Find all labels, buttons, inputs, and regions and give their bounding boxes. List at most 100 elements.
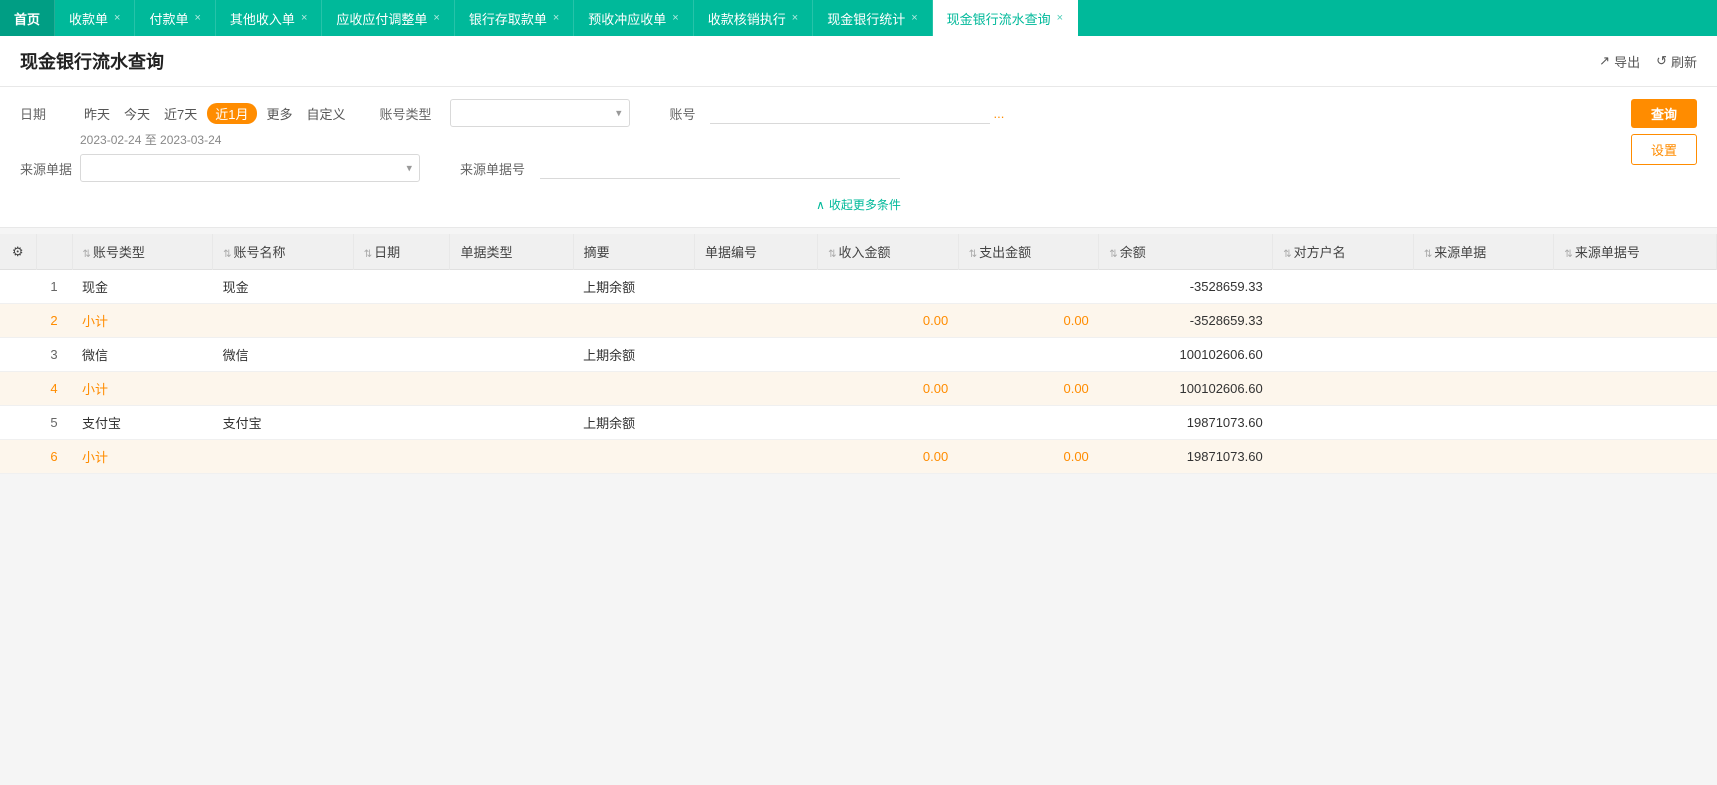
- row-doc-type: [450, 338, 573, 372]
- account-input[interactable]: [710, 102, 990, 124]
- table-header-row: ⚙ ⇅账号类型 ⇅账号名称 ⇅日期 单据类型 摘要 单据编号 ⇅收入金额 ⇅支出…: [0, 234, 1717, 270]
- collapse-label: 收起更多条件: [829, 196, 901, 213]
- close-icon[interactable]: ×: [672, 12, 678, 24]
- col-balance[interactable]: ⇅余额: [1099, 234, 1273, 270]
- date-opt-1month[interactable]: 近1月: [207, 103, 256, 124]
- col-doc-type: 单据类型: [450, 234, 573, 270]
- col-account-type[interactable]: ⇅账号类型: [72, 234, 213, 270]
- col-source-doc[interactable]: ⇅来源单据: [1413, 234, 1554, 270]
- row-index: 1: [36, 270, 72, 304]
- row-income: 0.00: [818, 372, 959, 406]
- export-button[interactable]: ↗ 导出: [1599, 52, 1640, 71]
- close-icon[interactable]: ×: [911, 12, 917, 24]
- row-date: [353, 372, 450, 406]
- row-settings: [0, 270, 36, 304]
- row-source-doc: [1413, 372, 1554, 406]
- source-doc-label: 来源单据: [20, 159, 80, 178]
- page-title: 现金银行流水查询: [20, 48, 164, 74]
- close-icon[interactable]: ×: [114, 12, 120, 24]
- account-label: 账号: [670, 104, 710, 123]
- row-account-name: 现金: [213, 270, 354, 304]
- nav-home[interactable]: 首页: [0, 0, 55, 36]
- nav-tab-shoukuandan[interactable]: 收款单 ×: [55, 0, 135, 36]
- col-summary: 摘要: [573, 234, 694, 270]
- date-options: 昨天 今天 近7天 近1月 更多 自定义: [80, 103, 350, 124]
- table-row: 1 现金 现金 上期余额 -3528659.33: [0, 270, 1717, 304]
- collapse-icon: ∧: [816, 198, 825, 212]
- row-date: [353, 338, 450, 372]
- close-icon[interactable]: ×: [433, 12, 439, 24]
- row-index: 2: [36, 304, 72, 338]
- row-source-doc: [1413, 338, 1554, 372]
- source-doc-select[interactable]: [80, 154, 420, 182]
- date-opt-more[interactable]: 更多: [263, 103, 297, 124]
- header-actions: ↗ 导出 ↺ 刷新: [1599, 52, 1697, 71]
- account-type-select-wrapper: [450, 99, 630, 127]
- row-date: [353, 440, 450, 474]
- source-doc-no-input[interactable]: [540, 157, 900, 179]
- date-opt-yesterday[interactable]: 昨天: [80, 103, 114, 124]
- nav-tab-yingshouyingfu[interactable]: 应收应付调整单 ×: [322, 0, 454, 36]
- row-doc-type: [450, 406, 573, 440]
- table-row: 5 支付宝 支付宝 上期余额 19871073.60: [0, 406, 1717, 440]
- row-source-doc-no: [1554, 338, 1717, 372]
- col-settings[interactable]: ⚙: [0, 234, 36, 270]
- row-counterpart: [1273, 406, 1414, 440]
- row-account-name: 微信: [213, 338, 354, 372]
- nav-tab-xianjin-query[interactable]: 现金银行流水查询 ×: [933, 0, 1078, 36]
- data-table: ⚙ ⇅账号类型 ⇅账号名称 ⇅日期 单据类型 摘要 单据编号 ⇅收入金额 ⇅支出…: [0, 234, 1717, 474]
- row-summary: [573, 372, 694, 406]
- nav-tab-qitashouru[interactable]: 其他收入单 ×: [216, 0, 322, 36]
- row-source-doc: [1413, 304, 1554, 338]
- nav-tab-yinhangcun[interactable]: 银行存取款单 ×: [455, 0, 574, 36]
- row-doc-type: [450, 304, 573, 338]
- row-settings: [0, 338, 36, 372]
- refresh-button[interactable]: ↺ 刷新: [1656, 52, 1697, 71]
- col-expense[interactable]: ⇅支出金额: [958, 234, 1099, 270]
- row-income: [818, 270, 959, 304]
- query-button[interactable]: 查询: [1631, 99, 1697, 128]
- table-row: 3 微信 微信 上期余额 100102606.60: [0, 338, 1717, 372]
- row-counterpart: [1273, 270, 1414, 304]
- date-opt-today[interactable]: 今天: [120, 103, 154, 124]
- row-summary: [573, 304, 694, 338]
- close-icon[interactable]: ×: [301, 12, 307, 24]
- col-source-doc-no[interactable]: ⇅来源单据号: [1554, 234, 1717, 270]
- row-source-doc: [1413, 406, 1554, 440]
- nav-tab-shoukuanhexiao[interactable]: 收款核销执行 ×: [694, 0, 813, 36]
- row-doc-no: [694, 440, 817, 474]
- collapse-bar[interactable]: ∧ 收起更多条件: [20, 190, 1697, 219]
- row-summary: 上期余额: [573, 406, 694, 440]
- col-counterpart[interactable]: ⇅对方户名: [1273, 234, 1414, 270]
- row-expense: 0.00: [958, 440, 1099, 474]
- account-dots-button[interactable]: ...: [994, 106, 1005, 121]
- row-account-type: 现金: [72, 270, 213, 304]
- col-date[interactable]: ⇅日期: [353, 234, 450, 270]
- row-income: 0.00: [818, 304, 959, 338]
- account-type-select[interactable]: [450, 99, 630, 127]
- nav-tab-yushou[interactable]: 预收冲应收单 ×: [574, 0, 693, 36]
- col-account-name[interactable]: ⇅账号名称: [213, 234, 354, 270]
- close-icon[interactable]: ×: [194, 12, 200, 24]
- col-income[interactable]: ⇅收入金额: [818, 234, 959, 270]
- filter-row-sourcedoc: 来源单据 来源单据号: [20, 154, 1611, 182]
- row-account-name: [213, 440, 354, 474]
- row-account-name: [213, 304, 354, 338]
- close-icon[interactable]: ×: [1057, 12, 1063, 24]
- filter-area: 日期 昨天 今天 近7天 近1月 更多 自定义 账号类型 账号: [0, 87, 1717, 228]
- row-balance: 100102606.60: [1099, 372, 1273, 406]
- close-icon[interactable]: ×: [553, 12, 559, 24]
- row-counterpart: [1273, 338, 1414, 372]
- row-account-type: 小计: [72, 440, 213, 474]
- row-income: 0.00: [818, 440, 959, 474]
- date-opt-custom[interactable]: 自定义: [303, 103, 350, 124]
- setting-button[interactable]: 设置: [1631, 134, 1697, 165]
- nav-tab-xianjin-stat[interactable]: 现金银行统计 ×: [813, 0, 932, 36]
- row-summary: [573, 440, 694, 474]
- export-icon: ↗: [1599, 53, 1610, 69]
- nav-tab-fukuandan[interactable]: 付款单 ×: [135, 0, 215, 36]
- row-income: [818, 406, 959, 440]
- close-icon[interactable]: ×: [792, 12, 798, 24]
- source-doc-no-label: 来源单据号: [460, 159, 540, 178]
- date-opt-7days[interactable]: 近7天: [160, 103, 201, 124]
